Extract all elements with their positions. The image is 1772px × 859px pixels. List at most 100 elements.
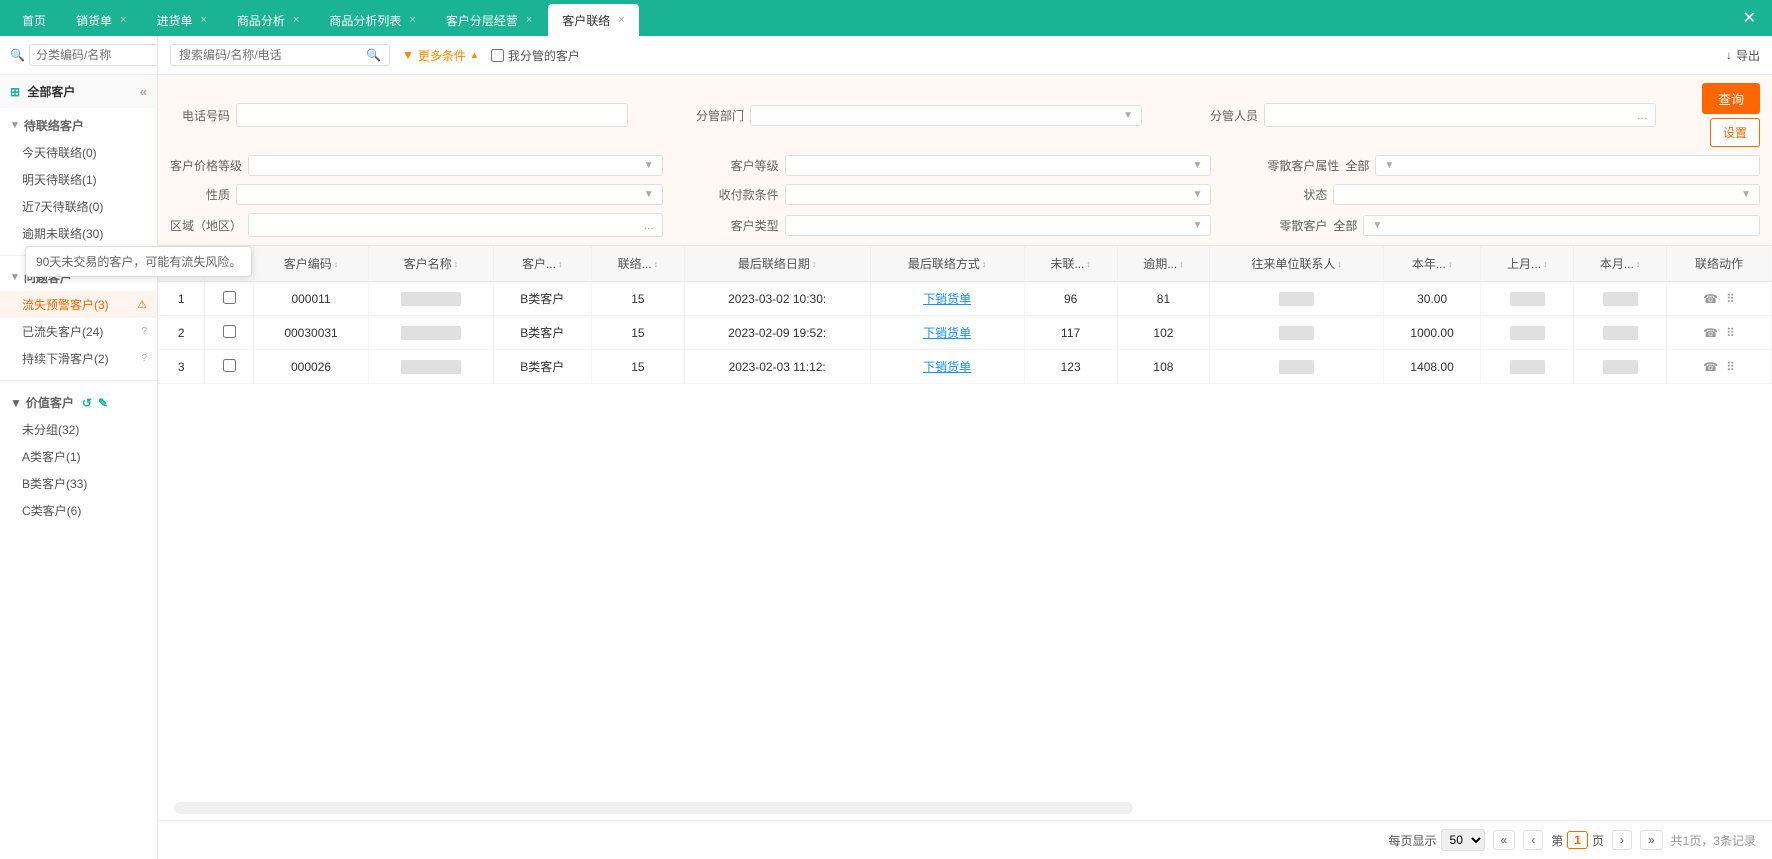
action-icons: ☎ ⠿ (1675, 292, 1763, 306)
last-contact-link[interactable]: 下销货单 (923, 326, 971, 340)
sidebar-search-input[interactable] (29, 44, 158, 66)
manager-select[interactable]: ... (1264, 103, 1656, 127)
col-unliaised-days[interactable]: 未联... ↕ (1024, 246, 1117, 282)
row-action-3[interactable]: ☎ ⠿ (1667, 350, 1772, 384)
tab-purchase[interactable]: 进货单 × (142, 4, 220, 36)
sidebar-item-churned[interactable]: 已流失客户(24) ? (0, 318, 157, 345)
close-icon[interactable]: × (409, 14, 415, 26)
sort-icon: ↕ (1636, 259, 1641, 269)
close-icon[interactable]: × (200, 14, 206, 26)
row-checkbox-1[interactable] (205, 282, 253, 316)
filter-region: 区域（地区） ... (170, 213, 663, 237)
dots-icon[interactable]: ... (644, 218, 654, 232)
col-customer-type[interactable]: 客户... ↕ (493, 246, 591, 282)
more-actions-icon[interactable]: ⠿ (1726, 360, 1735, 374)
sidebar-item-churn-warning[interactable]: 流失预警客户(3) ⚠ (0, 291, 157, 318)
last-contact-link[interactable]: 下销货单 (923, 292, 971, 306)
col-this-year[interactable]: 本年... ↕ (1383, 246, 1480, 282)
sidebar-section-pending-title[interactable]: ▼ 待联络客户 (0, 112, 157, 139)
col-contact-count[interactable]: 联络... ↕ (591, 246, 684, 282)
col-overdue-days[interactable]: 逾期... ↕ (1117, 246, 1210, 282)
sidebar-item-week[interactable]: 近7天待联络(0) (0, 193, 157, 220)
row-unliaised-3: 123 (1024, 350, 1117, 384)
my-customers-checkbox-label[interactable]: 我分管的客户 (491, 47, 580, 64)
nature-select[interactable]: ▼ (236, 184, 663, 205)
refresh-icon[interactable]: ↺ (82, 396, 92, 410)
sidebar-item-a-class[interactable]: A类客户(1) (0, 443, 157, 470)
prev-page-button[interactable]: ‹ (1523, 830, 1543, 850)
close-icon[interactable]: × (618, 14, 624, 26)
edit-icon[interactable]: ✎ (98, 396, 108, 410)
sidebar-item-ungroup[interactable]: 未分组(32) (0, 416, 157, 443)
sidebar-item-tomorrow[interactable]: 明天待联络(1) (0, 166, 157, 193)
customer-type-select[interactable]: ▼ (785, 215, 1212, 236)
row-checkbox[interactable] (223, 291, 236, 304)
col-last-contact-date[interactable]: 最后联络日期 ↕ (684, 246, 870, 282)
col-last-month[interactable]: 上月... ↕ (1481, 246, 1574, 282)
row-code-3: 000026 (253, 350, 368, 384)
search-input[interactable] (179, 48, 360, 62)
row-action-2[interactable]: ☎ ⠿ (1667, 316, 1772, 350)
close-icon[interactable]: × (293, 14, 299, 26)
more-actions-icon[interactable]: ⠿ (1726, 292, 1735, 306)
sidebar-item-b-class[interactable]: B类客户(33) (0, 470, 157, 497)
row-checkbox-2[interactable] (205, 316, 253, 350)
sidebar-collapse-icon[interactable]: « (140, 84, 147, 99)
dept-select[interactable]: ▼ (750, 105, 1142, 126)
settings-button[interactable]: 设置 (1710, 118, 1760, 147)
dots-icon[interactable]: ... (1637, 108, 1647, 122)
col-customer-code[interactable]: 客户编码 ↕ (253, 246, 368, 282)
contact-icon[interactable]: ☎ (1703, 292, 1718, 306)
last-contact-link[interactable]: 下销货单 (923, 360, 971, 374)
row-checkbox-3[interactable] (205, 350, 253, 384)
ling-customer-select[interactable]: ▼ (1363, 215, 1760, 236)
table-row: 1 000011 B类客户 15 2023-03-02 10:30: 下销货单 … (158, 282, 1772, 316)
close-icon[interactable]: × (526, 14, 532, 26)
page-size-select[interactable]: 50 (1441, 829, 1485, 851)
payment-select[interactable]: ▼ (785, 184, 1212, 205)
scrollbar-track[interactable] (174, 802, 1133, 814)
window-close-button[interactable]: ✕ (1735, 8, 1764, 28)
search-button[interactable]: 查询 (1702, 83, 1760, 114)
last-page-button[interactable]: » (1640, 830, 1663, 850)
close-icon[interactable]: × (120, 14, 126, 26)
export-button[interactable]: ↓ 导出 (1726, 47, 1760, 64)
tab-home[interactable]: 首页 (8, 4, 60, 36)
col-contact-person[interactable]: 往来单位联系人 ↕ (1210, 246, 1384, 282)
more-actions-icon[interactable]: ⠿ (1726, 326, 1735, 340)
row-checkbox[interactable] (223, 325, 236, 338)
tab-customer-contact[interactable]: 客户联络 × (548, 4, 638, 36)
first-page-button[interactable]: « (1493, 830, 1516, 850)
more-conditions-button[interactable]: ▼ 更多条件 ▲ (402, 47, 479, 64)
sidebar-section-value-title[interactable]: ▼ 价值客户 ↺ ✎ (0, 389, 157, 416)
sidebar-item-c-class[interactable]: C类客户(6) (0, 497, 157, 524)
row-last-type-1[interactable]: 下销货单 (870, 282, 1024, 316)
row-action-1[interactable]: ☎ ⠿ (1667, 282, 1772, 316)
row-last-type-2[interactable]: 下销货单 (870, 316, 1024, 350)
tab-sales[interactable]: 销货单 × (62, 4, 140, 36)
col-last-contact-type[interactable]: 最后联络方式 ↕ (870, 246, 1024, 282)
col-customer-name[interactable]: 客户名称 ↕ (369, 246, 493, 282)
row-checkbox[interactable] (223, 359, 236, 372)
tab-analysis[interactable]: 商品分析 × (223, 4, 313, 36)
phone-input[interactable] (236, 103, 628, 127)
region-select[interactable]: ... (248, 213, 663, 237)
tab-customer-layer[interactable]: 客户分层经营 × (432, 4, 546, 36)
horizontal-scrollbar[interactable] (158, 796, 1772, 820)
sidebar-item-overdue[interactable]: 逾期未联络(30) (0, 220, 157, 247)
row-last-type-3[interactable]: 下销货单 (870, 350, 1024, 384)
my-customers-checkbox[interactable] (491, 49, 504, 62)
sort-icon: ↕ (1179, 259, 1184, 269)
customer-level-select[interactable]: ▼ (785, 155, 1212, 176)
status-select[interactable]: ▼ (1333, 184, 1760, 205)
contact-icon[interactable]: ☎ (1703, 360, 1718, 374)
tab-analysis-list[interactable]: 商品分析列表 × (315, 4, 429, 36)
sidebar-item-today[interactable]: 今天待联络(0) (0, 139, 157, 166)
col-this-month[interactable]: 本月... ↕ (1574, 246, 1667, 282)
sidebar-all-customers[interactable]: ⊞ 全部客户 « (0, 75, 157, 108)
sidebar-item-declining[interactable]: 持续下滑客户(2) ? (0, 345, 157, 372)
price-level-select[interactable]: ▼ (248, 155, 663, 176)
contact-icon[interactable]: ☎ (1703, 326, 1718, 340)
ling-attr-select[interactable]: ▼ (1375, 155, 1760, 176)
next-page-button[interactable]: › (1612, 830, 1632, 850)
